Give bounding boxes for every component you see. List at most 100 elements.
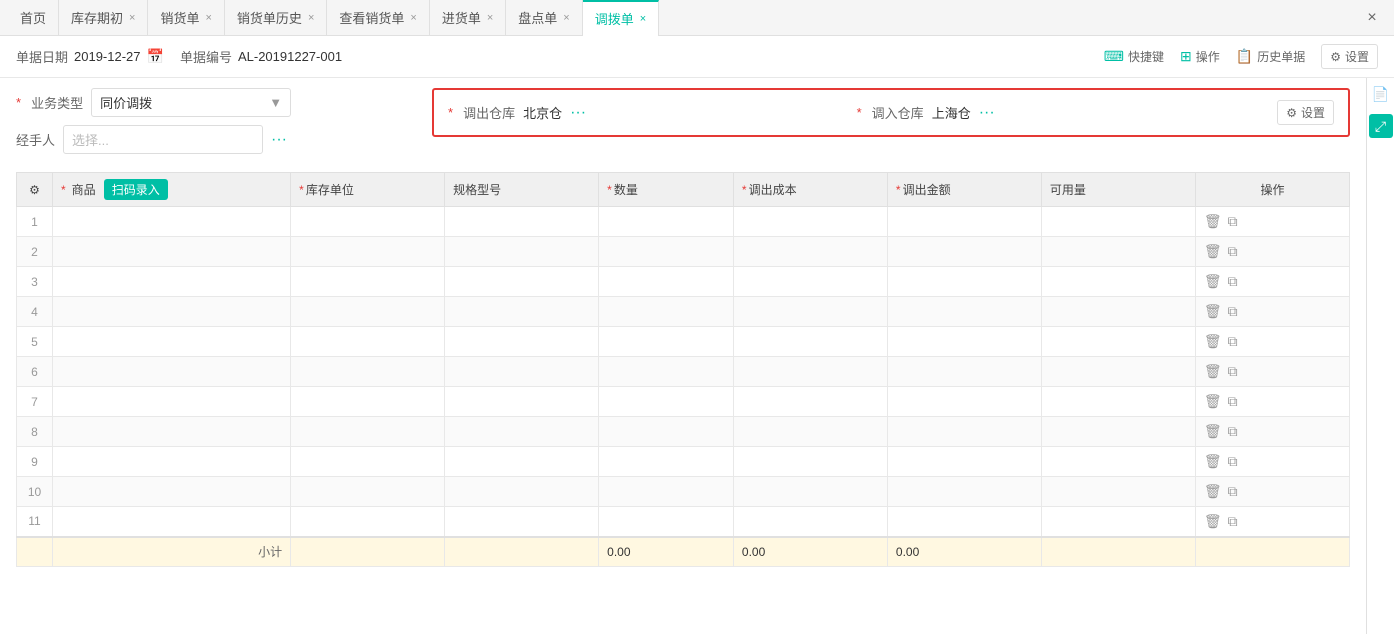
row-4-product[interactable] [53, 297, 291, 327]
delete-icon-6[interactable]: 🗑 [1204, 363, 1222, 380]
tab-close-sales[interactable]: × [205, 12, 211, 24]
delete-icon-7[interactable]: 🗑 [1204, 393, 1222, 410]
row-9-product[interactable] [53, 447, 291, 477]
row-7-product[interactable] [53, 387, 291, 417]
row-5-unit[interactable] [291, 327, 445, 357]
row-7-spec[interactable] [445, 387, 599, 417]
delete-icon-5[interactable]: 🗑 [1204, 333, 1222, 350]
handler-select[interactable]: 选择... [63, 125, 263, 154]
delete-icon-4[interactable]: 🗑 [1204, 303, 1222, 320]
row-3-qty[interactable] [599, 267, 734, 297]
row-11-spec[interactable] [445, 507, 599, 537]
row-5-amount[interactable] [887, 327, 1041, 357]
operation-button[interactable]: ⊞ 操作 [1180, 48, 1220, 65]
copy-icon-6[interactable]: ⧉ [1228, 363, 1238, 380]
row-1-qty[interactable] [599, 207, 734, 237]
scan-button[interactable]: 扫码录入 [104, 179, 168, 200]
tab-transfer[interactable]: 调拨单 × [583, 0, 659, 36]
row-1-unit[interactable] [291, 207, 445, 237]
row-6-unit[interactable] [291, 357, 445, 387]
delete-icon-10[interactable]: 🗑 [1204, 483, 1222, 500]
delete-icon-1[interactable]: 🗑 [1204, 213, 1222, 230]
row-9-spec[interactable] [445, 447, 599, 477]
row-4-spec[interactable] [445, 297, 599, 327]
row-8-cost[interactable] [733, 417, 887, 447]
copy-icon-1[interactable]: ⧉ [1228, 213, 1238, 230]
sidebar-doc-icon[interactable]: 📄 [1369, 82, 1393, 106]
row-8-spec[interactable] [445, 417, 599, 447]
settings-button[interactable]: ⚙ 设置 [1321, 44, 1378, 69]
tab-close-inventory-init[interactable]: × [129, 12, 135, 24]
shortcut-button[interactable]: ⌨ 快捷键 [1104, 48, 1164, 65]
window-close-button[interactable]: × [1358, 4, 1386, 32]
copy-icon-9[interactable]: ⧉ [1228, 453, 1238, 470]
row-4-amount[interactable] [887, 297, 1041, 327]
calendar-icon[interactable]: 📅 [147, 48, 164, 65]
copy-icon-5[interactable]: ⧉ [1228, 333, 1238, 350]
row-11-unit[interactable] [291, 507, 445, 537]
row-3-product[interactable] [53, 267, 291, 297]
tab-sales[interactable]: 销货单 × [148, 0, 224, 36]
row-9-cost[interactable] [733, 447, 887, 477]
row-10-spec[interactable] [445, 477, 599, 507]
row-10-qty[interactable] [599, 477, 734, 507]
source-warehouse-more-icon[interactable]: ··· [570, 104, 586, 122]
copy-icon-10[interactable]: ⧉ [1228, 483, 1238, 500]
tab-close-stocktake[interactable]: × [563, 12, 569, 24]
tab-sales-history[interactable]: 销货单历史 × [225, 0, 327, 36]
tab-close-purchase[interactable]: × [487, 12, 493, 24]
row-7-unit[interactable] [291, 387, 445, 417]
delete-icon-11[interactable]: 🗑 [1204, 513, 1222, 530]
delete-icon-9[interactable]: 🗑 [1204, 453, 1222, 470]
row-9-amount[interactable] [887, 447, 1041, 477]
row-3-amount[interactable] [887, 267, 1041, 297]
row-2-cost[interactable] [733, 237, 887, 267]
row-4-qty[interactable] [599, 297, 734, 327]
row-3-unit[interactable] [291, 267, 445, 297]
row-5-qty[interactable] [599, 327, 734, 357]
tab-close-view-sales[interactable]: × [410, 12, 416, 24]
row-1-product[interactable] [53, 207, 291, 237]
row-9-unit[interactable] [291, 447, 445, 477]
row-10-amount[interactable] [887, 477, 1041, 507]
warehouse-settings-button[interactable]: ⚙ 设置 [1277, 100, 1334, 125]
copy-icon-2[interactable]: ⧉ [1228, 243, 1238, 260]
th-gear[interactable]: ⚙ [17, 173, 53, 207]
row-6-product[interactable] [53, 357, 291, 387]
tab-home[interactable]: 首页 [8, 0, 59, 36]
row-11-qty[interactable] [599, 507, 734, 537]
row-1-spec[interactable] [445, 207, 599, 237]
row-7-qty[interactable] [599, 387, 734, 417]
tab-close-transfer[interactable]: × [640, 13, 646, 25]
delete-icon-3[interactable]: 🗑 [1204, 273, 1222, 290]
row-2-amount[interactable] [887, 237, 1041, 267]
copy-icon-7[interactable]: ⧉ [1228, 393, 1238, 410]
row-3-spec[interactable] [445, 267, 599, 297]
tab-close-sales-history[interactable]: × [308, 12, 314, 24]
row-10-product[interactable] [53, 477, 291, 507]
delete-icon-2[interactable]: 🗑 [1204, 243, 1222, 260]
row-4-unit[interactable] [291, 297, 445, 327]
row-2-qty[interactable] [599, 237, 734, 267]
row-8-amount[interactable] [887, 417, 1041, 447]
row-2-product[interactable] [53, 237, 291, 267]
row-5-cost[interactable] [733, 327, 887, 357]
tab-stocktake[interactable]: 盘点单 × [506, 0, 582, 36]
row-8-product[interactable] [53, 417, 291, 447]
row-9-qty[interactable] [599, 447, 734, 477]
row-11-cost[interactable] [733, 507, 887, 537]
row-1-amount[interactable] [887, 207, 1041, 237]
row-11-product[interactable] [53, 507, 291, 537]
history-button[interactable]: 📋 历史单据 [1236, 48, 1305, 65]
target-warehouse-more-icon[interactable]: ··· [979, 104, 995, 122]
tab-inventory-init[interactable]: 库存期初 × [59, 0, 148, 36]
copy-icon-11[interactable]: ⧉ [1228, 513, 1238, 530]
row-11-amount[interactable] [887, 507, 1041, 537]
delete-icon-8[interactable]: 🗑 [1204, 423, 1222, 440]
row-8-qty[interactable] [599, 417, 734, 447]
row-6-spec[interactable] [445, 357, 599, 387]
sidebar-expand-icon[interactable]: ⤢ [1369, 114, 1393, 138]
handler-more-icon[interactable]: ··· [271, 131, 287, 149]
copy-icon-3[interactable]: ⧉ [1228, 273, 1238, 290]
row-6-qty[interactable] [599, 357, 734, 387]
